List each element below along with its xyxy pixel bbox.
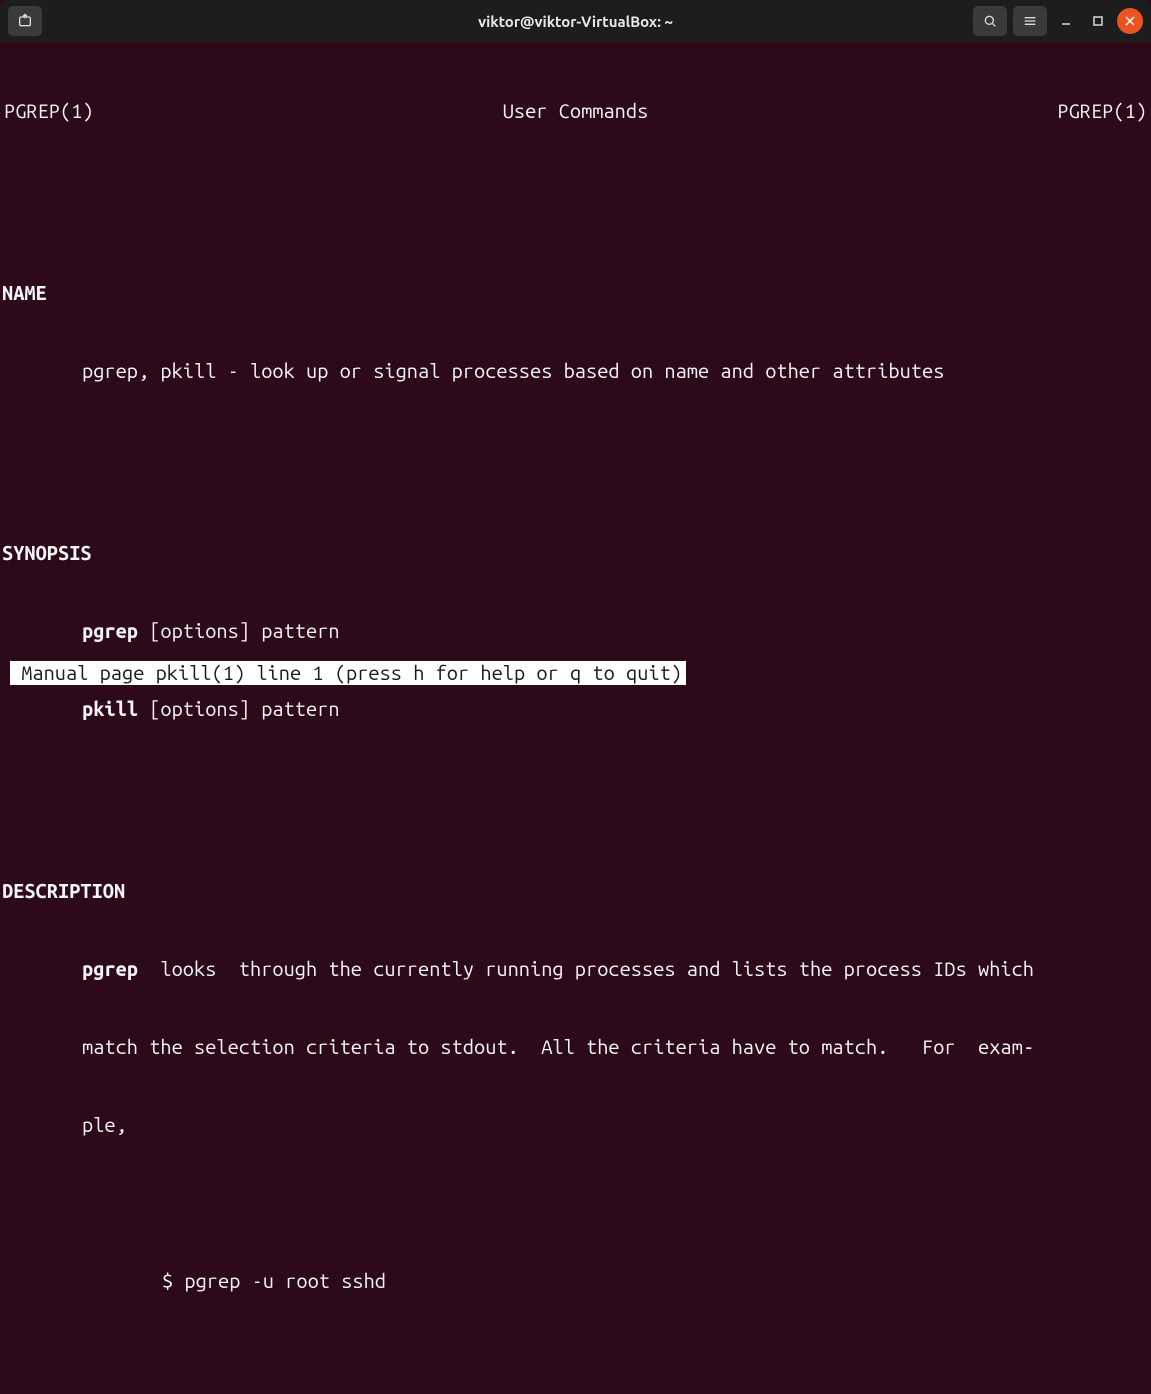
section-description-heading: DESCRIPTION (2, 878, 1149, 904)
manpage-status-line: Manual page pkill(1) line 1 (press h for… (10, 661, 686, 685)
desc-p1-l2: match the selection criteria to stdout. … (2, 1034, 1149, 1060)
hamburger-menu-button[interactable] (1013, 6, 1047, 36)
search-button[interactable] (973, 6, 1007, 36)
synopsis-line-1: pgrep [options] pattern (2, 618, 1149, 644)
maximize-button[interactable] (1085, 8, 1111, 34)
header-left: PGREP(1) (4, 98, 94, 124)
desc-p1-l3: ple, (2, 1112, 1149, 1138)
name-line: pgrep, pkill - look up or signal process… (2, 358, 1149, 384)
header-right: PGREP(1) (1057, 98, 1147, 124)
minimize-button[interactable] (1053, 8, 1079, 34)
section-synopsis-heading: SYNOPSIS (2, 540, 1149, 566)
terminal-content[interactable]: PGREP(1) User Commands PGREP(1) NAME pgr… (0, 42, 1151, 1394)
titlebar-left-group (8, 6, 42, 36)
manpage-header: PGREP(1) User Commands PGREP(1) (2, 98, 1149, 124)
header-center: User Commands (503, 98, 649, 124)
close-button[interactable] (1117, 8, 1143, 34)
synopsis-line-2: pkill [options] pattern (2, 696, 1149, 722)
titlebar-right-group (973, 6, 1143, 36)
window-title: viktor@viktor-VirtualBox: ~ (478, 13, 673, 30)
desc-p1-l1: pgrep looks through the currently runnin… (2, 956, 1149, 982)
section-name-heading: NAME (2, 280, 1149, 306)
window-titlebar: viktor@viktor-VirtualBox: ~ (0, 0, 1151, 42)
desc-example-1: $ pgrep -u root sshd (2, 1268, 1149, 1294)
new-tab-button[interactable] (8, 6, 42, 36)
